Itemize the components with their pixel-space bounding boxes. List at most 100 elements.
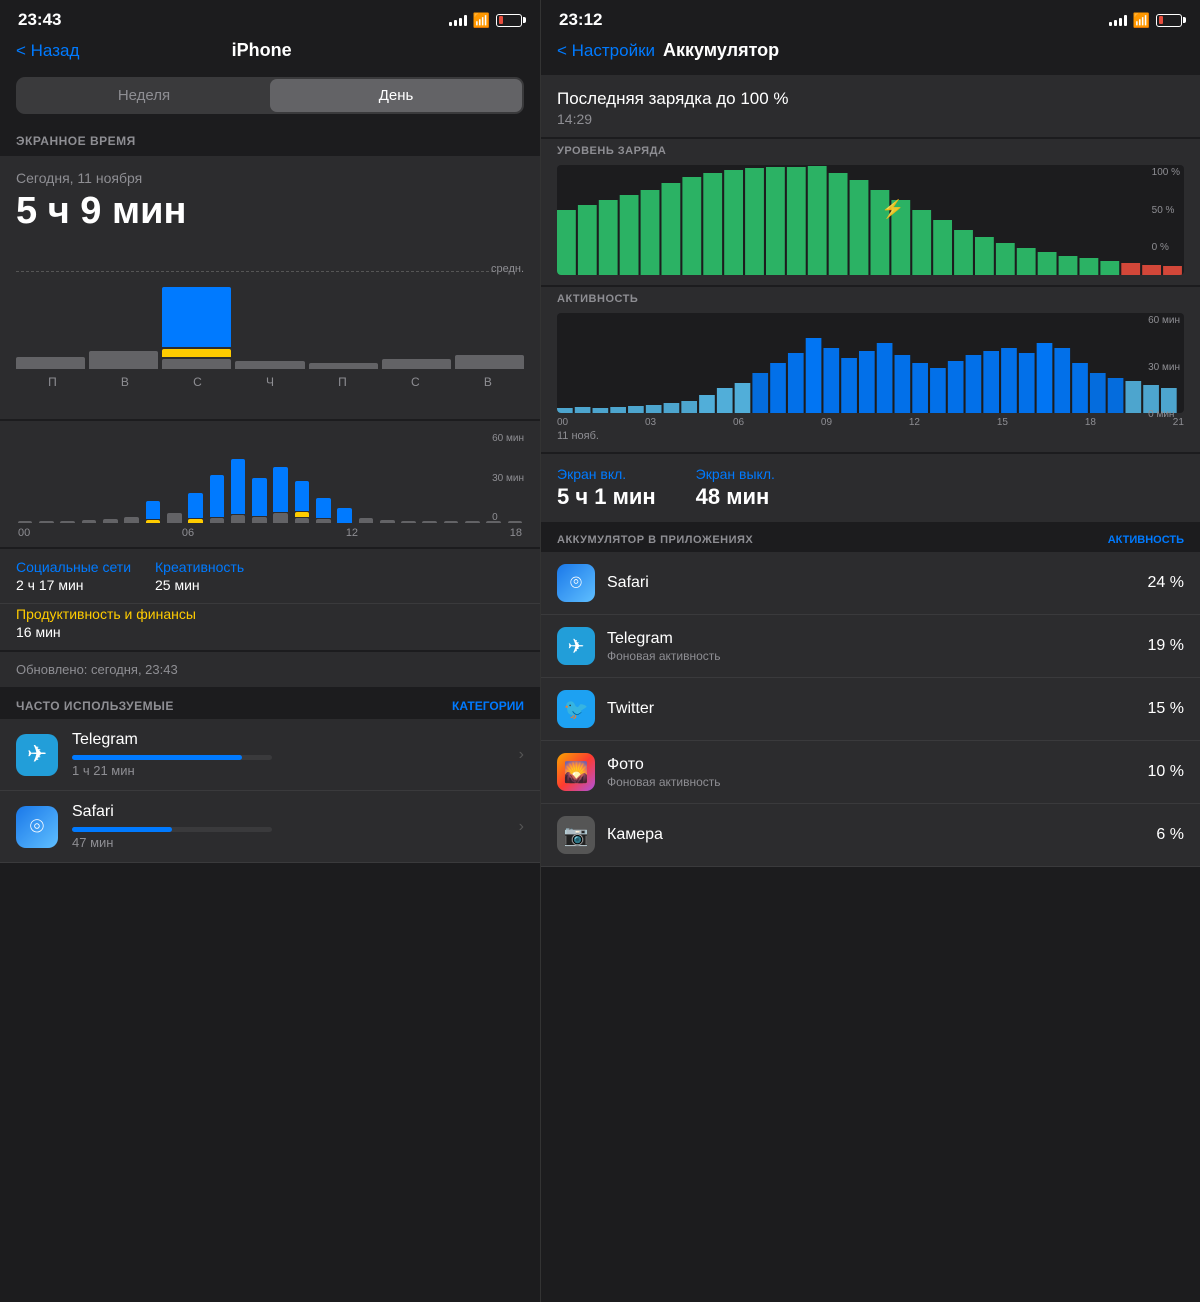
bar-p1 (16, 357, 85, 369)
cat-creative-value: 25 мин (155, 577, 244, 593)
battery-info: Последняя зарядка до 100 % 14:29 (541, 75, 1200, 137)
category-social: Социальные сети 2 ч 17 мин (16, 559, 131, 593)
cat-prod-label[interactable]: Продуктивность и финансы (16, 606, 196, 622)
battery-apps-action[interactable]: АКТИВНОСТЬ (1108, 534, 1184, 546)
battery-app-safari[interactable]: ⌾ Safari 24 % (541, 552, 1200, 615)
safari-app-time: 47 мин (72, 835, 511, 850)
freq-header: ЧАСТО ИСПОЛЬЗУЕМЫЕ КАТЕГОРИИ (0, 689, 540, 719)
telegram-app-time: 1 ч 21 мин (72, 763, 511, 778)
battery-chart-svg: ⚡ (557, 165, 1184, 275)
telegram-bar (72, 755, 242, 760)
screen-time-card: Сегодня, 11 ноября 5 ч 9 мин средн. (0, 156, 540, 419)
bar-v (89, 351, 158, 369)
cat-social-value: 2 ч 17 мин (16, 577, 131, 593)
left-status-icons: 📶 (449, 12, 522, 29)
left-status-time: 23:43 (18, 10, 61, 30)
app-item-safari[interactable]: ⌾ Safari 47 мин › (0, 791, 540, 863)
telegram-battery-pct: 19 % (1148, 637, 1184, 655)
safari-bar (72, 827, 172, 832)
weekly-x-labels: П В С Ч П С В (16, 373, 524, 391)
weekly-bar-chart: средн. (16, 243, 524, 403)
activity-chart-svg (557, 313, 1184, 413)
battery-app-telegram[interactable]: ✈ Telegram Фоновая активность 19 % (541, 615, 1200, 678)
left-status-bar: 23:43 📶 (0, 0, 540, 36)
hourly-chart: 60 мин 30 мин 0 00 06 12 18 (0, 421, 540, 547)
updated-line: Обновлено: сегодня, 23:43 (0, 652, 540, 687)
svg-text:⚡: ⚡ (881, 198, 904, 220)
screen-time-value: 5 ч 9 мин (16, 190, 524, 233)
weekly-chart-area (16, 243, 524, 373)
telegram-battery-sub: Фоновая активность (607, 649, 1148, 663)
safari-app-name: Safari (72, 803, 511, 821)
category-creative: Креативность 25 мин (155, 559, 244, 593)
bar-today (162, 287, 231, 369)
left-nav-title: iPhone (79, 40, 444, 61)
freq-action[interactable]: КАТЕГОРИИ (452, 699, 524, 713)
left-panel: 23:43 📶 < Назад iPhone Неделя День ЭКРАН… (0, 0, 540, 1302)
segment-control[interactable]: Неделя День (16, 77, 524, 114)
photos-battery-sub: Фоновая активность (607, 775, 1148, 789)
freq-title: ЧАСТО ИСПОЛЬЗУЕМЫЕ (16, 699, 174, 713)
right-battery-icon (1156, 14, 1182, 27)
activity-label: АКТИВНОСТЬ (557, 293, 1184, 305)
right-status-icons: 📶 (1109, 12, 1182, 29)
telegram-app-icon: ✈ (16, 734, 58, 776)
screen-time-section-label: ЭКРАННОЕ ВРЕМЯ (0, 126, 540, 152)
camera-battery-name: Камера (607, 826, 1156, 844)
wifi-icon: 📶 (473, 12, 490, 29)
bar-p2 (309, 363, 378, 369)
cat-prod-value: 16 мин (16, 624, 196, 640)
activity-section: АКТИВНОСТЬ (541, 287, 1200, 452)
safari-battery-name: Safari (607, 574, 1148, 592)
telegram-battery-name: Telegram (607, 630, 1148, 648)
category-productivity: Продуктивность и финансы 16 мин (16, 606, 196, 640)
segment-week[interactable]: Неделя (18, 79, 270, 112)
photos-battery-name: Фото (607, 756, 1148, 774)
twitter-battery-icon: 🐦 (557, 690, 595, 728)
app-item-telegram[interactable]: ✈ Telegram 1 ч 21 мин › (0, 719, 540, 791)
right-wifi-icon: 📶 (1133, 12, 1150, 29)
battery-level-section: УРОВЕНЬ ЗАРЯДА (541, 139, 1200, 285)
photos-battery-icon: 🌄 (557, 753, 595, 791)
battery-icon (496, 14, 522, 27)
screen-off-label[interactable]: Экран выкл. (696, 466, 775, 482)
camera-battery-icon: 📷 (557, 816, 595, 854)
right-back-button[interactable]: < Настройки (557, 41, 655, 61)
screen-time-date: Сегодня, 11 ноября (16, 170, 524, 186)
date-label: 11 нояб. (557, 428, 1184, 442)
battery-app-twitter[interactable]: 🐦 Twitter 15 % (541, 678, 1200, 741)
segment-day[interactable]: День (270, 79, 522, 112)
battery-app-photos[interactable]: 🌄 Фото Фоновая активность 10 % (541, 741, 1200, 804)
screen-on-label[interactable]: Экран вкл. (557, 466, 656, 482)
battery-level-chart: ⚡ (557, 165, 1184, 275)
cat-creative-label[interactable]: Креативность (155, 559, 244, 575)
categories-row: Социальные сети 2 ч 17 мин Креативность … (0, 549, 540, 603)
activity-time-labels: 00 03 06 09 12 15 18 21 (557, 413, 1184, 428)
activity-y-labels: 60 мин 30 мин 0 мин (1148, 315, 1180, 420)
cat-social-label[interactable]: Социальные сети (16, 559, 131, 575)
twitter-battery-name: Twitter (607, 700, 1148, 718)
safari-battery-icon: ⌾ (557, 564, 595, 602)
screen-stats: Экран вкл. 5 ч 1 мин Экран выкл. 48 мин (541, 454, 1200, 522)
safari-app-icon: ⌾ (16, 806, 58, 848)
activity-chart (557, 313, 1184, 413)
bar-s (382, 359, 451, 369)
twitter-battery-pct: 15 % (1148, 700, 1184, 718)
right-status-bar: 23:12 📶 (541, 0, 1200, 36)
screen-on-value: 5 ч 1 мин (557, 484, 656, 510)
right-nav-bar: < Настройки Аккумулятор (541, 36, 1200, 71)
left-back-button[interactable]: < Назад (16, 41, 79, 61)
categories-row-2: Продуктивность и финансы 16 мин (0, 603, 540, 650)
camera-battery-pct: 6 % (1156, 826, 1184, 844)
telegram-app-name: Telegram (72, 731, 511, 749)
battery-app-camera[interactable]: 📷 Камера 6 % (541, 804, 1200, 867)
battery-level-label: УРОВЕНЬ ЗАРЯДА (557, 145, 1184, 157)
bar-ch (235, 361, 304, 369)
safari-chevron-icon: › (519, 818, 524, 836)
photos-battery-pct: 10 % (1148, 763, 1184, 781)
last-charge-time: 14:29 (557, 111, 1184, 127)
telegram-chevron-icon: › (519, 746, 524, 764)
bar-v2 (455, 355, 524, 369)
telegram-battery-icon: ✈ (557, 627, 595, 665)
screen-off-stat: Экран выкл. 48 мин (696, 466, 775, 510)
